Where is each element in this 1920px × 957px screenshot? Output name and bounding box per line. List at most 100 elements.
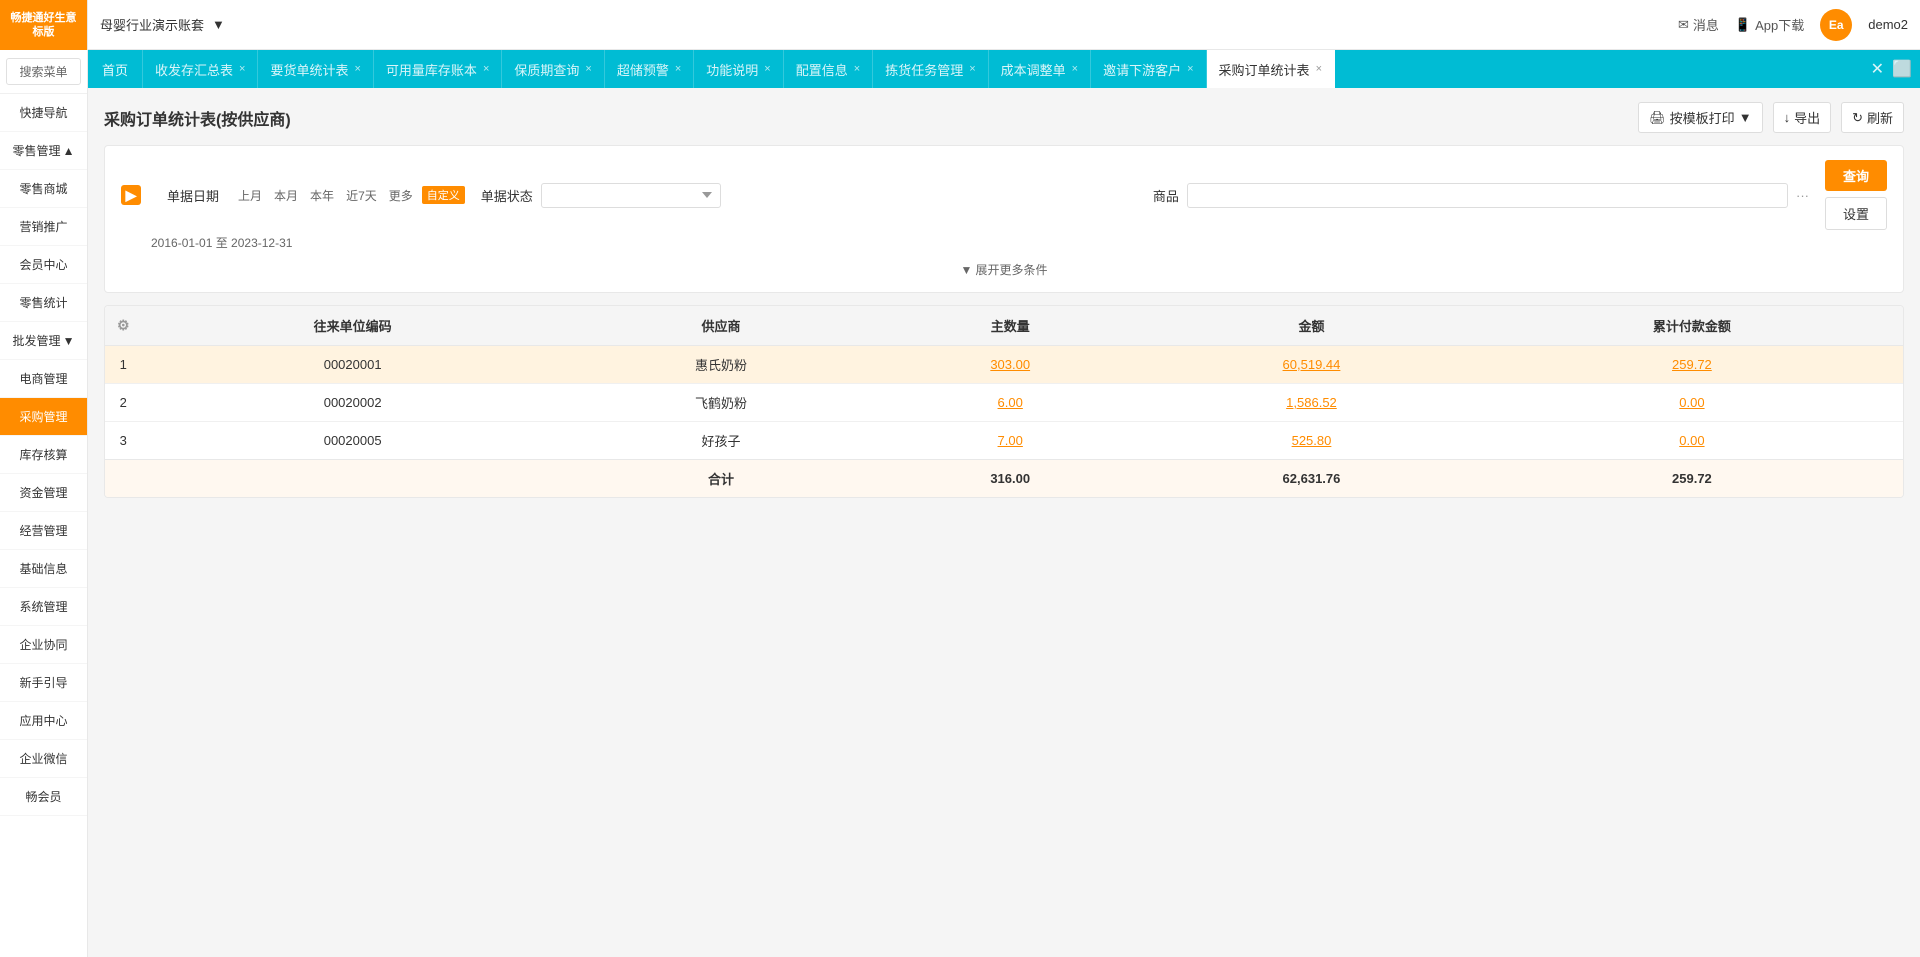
filter-settings-button[interactable]: 设置 (1825, 197, 1887, 230)
chevron-down-icon: ▲ (63, 144, 75, 158)
gear-icon[interactable]: ⚙ (117, 317, 130, 333)
shortcut-7-days[interactable]: 近7天 (343, 186, 380, 205)
refresh-icon: ↻ (1852, 110, 1863, 126)
tab-picking-task[interactable]: 拣货任务管理 × (873, 50, 988, 88)
tab-warranty[interactable]: 保质期查询 × (502, 50, 604, 88)
sidebar-item-system-mgmt[interactable]: 系统管理 (0, 588, 87, 626)
row-code: 00020001 (142, 346, 564, 384)
sidebar-item-app-center[interactable]: 应用中心 (0, 702, 87, 740)
tab-close-icon[interactable]: × (585, 63, 591, 75)
sidebar-item-inventory-check[interactable]: 库存核算 (0, 436, 87, 474)
sidebar-item-basic-info[interactable]: 基础信息 (0, 550, 87, 588)
template-print-button[interactable]: 🖨 按模板打印 ▼ (1638, 102, 1762, 133)
row-quantity: 6.00 (878, 384, 1142, 422)
expand-more-row: ▼ 展开更多条件 (121, 261, 1887, 278)
sidebar-item-enterprise-wechat[interactable]: 企业微信 (0, 740, 87, 778)
amount-link[interactable]: 525.80 (1292, 433, 1332, 448)
footer-label (142, 460, 564, 498)
sidebar-item-retail-shop[interactable]: 零售商城 (0, 170, 87, 208)
download-icon: 📱 (1735, 17, 1751, 33)
more-options-icon[interactable]: ··· (1796, 188, 1809, 203)
quantity-link[interactable]: 303.00 (990, 357, 1030, 372)
sidebar-item-new-guide[interactable]: 新手引导 (0, 664, 87, 702)
filter-status-group: 单据状态 (481, 183, 1137, 208)
tab-close-icon[interactable]: × (1316, 63, 1322, 75)
shortcut-this-month[interactable]: 本月 (271, 186, 301, 205)
search-menu-button[interactable]: 搜索菜单 (6, 58, 81, 85)
page-content: 采购订单统计表(按供应商) 🖨 按模板打印 ▼ ↓ 导出 ↻ 刷新 (88, 88, 1920, 957)
workspace-selector[interactable]: 母婴行业演示账套 ▼ (100, 15, 225, 34)
table-col-quantity: 主数量 (878, 306, 1142, 346)
shortcut-more[interactable]: 更多 (386, 186, 416, 205)
paid-amount-link[interactable]: 0.00 (1679, 433, 1704, 448)
user-avatar[interactable]: Ea (1820, 9, 1852, 41)
data-table: ⚙ 往来单位编码 供应商 主数量 金额 累计付款金额 1 00020001 惠氏… (105, 306, 1903, 497)
tab-close-icon[interactable]: × (483, 63, 489, 75)
sidebar-item-enterprise-collab[interactable]: 企业协同 (0, 626, 87, 664)
tab-config-info[interactable]: 配置信息 × (784, 50, 873, 88)
footer-quantity: 316.00 (878, 460, 1142, 498)
tab-invite-downstream[interactable]: 邀请下游客户 × (1091, 50, 1206, 88)
tab-overstock-warning[interactable]: 超储预警 × (605, 50, 694, 88)
close-all-icon[interactable]: ✕ (1871, 59, 1884, 79)
tab-close-icon[interactable]: × (764, 63, 770, 75)
refresh-button[interactable]: ↻ 刷新 (1841, 102, 1904, 133)
tab-cost-adjust[interactable]: 成本调整单 × (989, 50, 1091, 88)
tab-close-icon[interactable]: × (969, 63, 975, 75)
paid-amount-link[interactable]: 259.72 (1672, 357, 1712, 372)
date-range-display: 2016-01-01 至 2023-12-31 (121, 234, 1887, 251)
tab-close-icon[interactable]: × (354, 63, 360, 75)
message-button[interactable]: ✉ 消息 (1678, 15, 1719, 34)
export-button[interactable]: ↓ 导出 (1773, 102, 1832, 133)
tab-bar: 首页 收发存汇总表 × 要货单统计表 × 可用量库存账本 × 保质期查询 × 超… (88, 50, 1920, 88)
sidebar-item-vip-member[interactable]: 畅会员 (0, 778, 87, 816)
tab-close-icon[interactable]: × (1072, 63, 1078, 75)
sidebar-item-retail-mgmt[interactable]: 零售管理 ▲ (0, 132, 87, 170)
custom-date-tag[interactable]: 自定义 (422, 186, 465, 204)
tab-home[interactable]: 首页 (88, 50, 143, 88)
shortcut-this-year[interactable]: 本年 (307, 186, 337, 205)
paid-amount-link[interactable]: 0.00 (1679, 395, 1704, 410)
sidebar-item-ops-mgmt[interactable]: 经营管理 (0, 512, 87, 550)
tab-inventory-ledger[interactable]: 可用量库存账本 × (374, 50, 502, 88)
tab-close-icon[interactable]: × (239, 63, 245, 75)
sidebar-item-wholesale-mgmt[interactable]: 批发管理 ▼ (0, 322, 87, 360)
status-select[interactable] (541, 183, 721, 208)
sidebar: 畅捷通好生意标版 搜索菜单 快捷导航 零售管理 ▲ 零售商城 营销推广 会员中心… (0, 0, 88, 957)
amount-link[interactable]: 1,586.52 (1286, 395, 1337, 410)
tab-close-icon[interactable]: × (675, 63, 681, 75)
maximize-icon[interactable]: ⬜ (1892, 59, 1912, 79)
filter-row-main: ▶ 单据日期 上月 本月 本年 近7天 更多 自定义 单据状态 (121, 160, 1887, 230)
app-download-button[interactable]: 📱 App下载 (1735, 15, 1804, 34)
row-paid-amount: 0.00 (1481, 422, 1903, 460)
tab-close-icon[interactable]: × (1187, 63, 1193, 75)
filter-toggle-button[interactable]: ▶ (121, 185, 141, 205)
sidebar-item-marketing[interactable]: 营销推广 (0, 208, 87, 246)
tab-receive-send[interactable]: 收发存汇总表 × (143, 50, 258, 88)
goods-input[interactable] (1187, 183, 1788, 208)
query-button[interactable]: 查询 (1825, 160, 1887, 191)
sidebar-item-member-center[interactable]: 会员中心 (0, 246, 87, 284)
row-amount: 1,586.52 (1142, 384, 1481, 422)
quantity-link[interactable]: 7.00 (998, 433, 1023, 448)
tab-purchase-stats[interactable]: 采购订单统计表 × (1207, 50, 1335, 88)
sidebar-item-finance-mgmt[interactable]: 资金管理 (0, 474, 87, 512)
tab-demand-stats[interactable]: 要货单统计表 × (258, 50, 373, 88)
date-filter-label: 单据日期 (167, 186, 219, 205)
footer-summary-label: 合计 (564, 460, 879, 498)
sidebar-item-purchase-mgmt[interactable]: 采购管理 (0, 398, 87, 436)
expand-more-button[interactable]: ▼ 展开更多条件 (961, 261, 1048, 278)
main-area: 母婴行业演示账套 ▼ ✉ 消息 📱 App下载 Ea demo2 首页 收发存汇… (88, 0, 1920, 957)
amount-link[interactable]: 60,519.44 (1283, 357, 1341, 372)
sidebar-item-ecommerce-mgmt[interactable]: 电商管理 (0, 360, 87, 398)
tab-close-icon[interactable]: × (854, 63, 860, 75)
sidebar-item-quick-nav[interactable]: 快捷导航 (0, 94, 87, 132)
quantity-link[interactable]: 6.00 (998, 395, 1023, 410)
table-col-settings: ⚙ (105, 306, 142, 346)
tab-label: 可用量库存账本 (386, 60, 477, 79)
date-range-text: 2016-01-01 至 2023-12-31 (151, 236, 292, 250)
tab-function-desc[interactable]: 功能说明 × (694, 50, 783, 88)
shortcut-last-month[interactable]: 上月 (235, 186, 265, 205)
filter-actions: 查询 设置 (1825, 160, 1887, 230)
sidebar-item-retail-stats[interactable]: 零售统计 (0, 284, 87, 322)
